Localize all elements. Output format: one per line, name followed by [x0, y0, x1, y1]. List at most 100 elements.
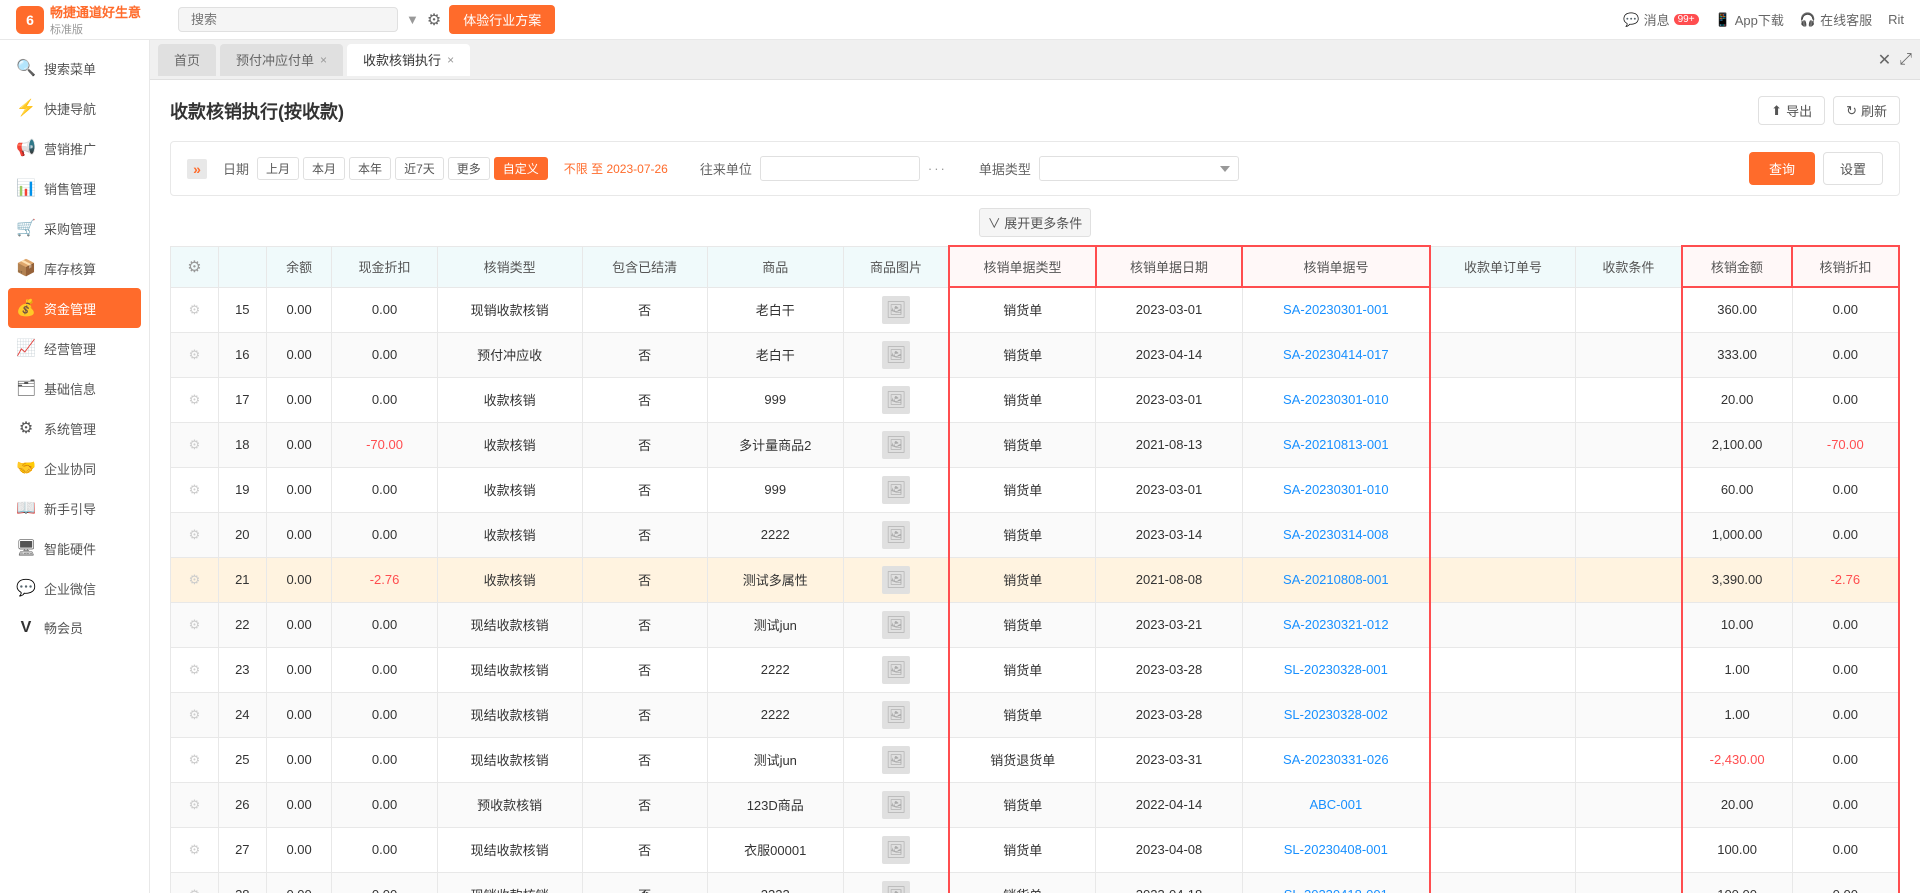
verify-bill-no-link[interactable]: SL-20230328-001 — [1284, 662, 1388, 677]
cell-verify-bill-no[interactable]: SA-20210813-001 — [1242, 422, 1430, 467]
cell-verify-bill-no[interactable]: SA-20230301-010 — [1242, 467, 1430, 512]
cell-settings[interactable]: ⚙ — [171, 602, 219, 647]
sidebar-item-sales[interactable]: 📊 销售管理 — [0, 168, 149, 208]
sidebar-item-system[interactable]: ⚙ 系统管理 — [0, 408, 149, 448]
verify-bill-no-link[interactable]: SL-20230328-002 — [1284, 707, 1388, 722]
cell-verify-bill-no[interactable]: SL-20230408-001 — [1242, 827, 1430, 872]
row-settings-icon[interactable]: ⚙ — [189, 842, 201, 857]
cell-verify-bill-no[interactable]: ABC-001 — [1242, 782, 1430, 827]
col-settings[interactable]: ⚙ — [171, 246, 219, 287]
cell-verify-bill-no[interactable]: SL-20230328-001 — [1242, 647, 1430, 692]
filter-date-last-month[interactable]: 上月 — [257, 157, 299, 180]
search-dropdown-icon[interactable]: ▼ — [406, 12, 419, 27]
row-settings-icon[interactable]: ⚙ — [189, 797, 201, 812]
filter-unit-input[interactable] — [760, 156, 920, 181]
tab-home[interactable]: 首页 — [158, 44, 216, 76]
row-settings-icon[interactable]: ⚙ — [189, 887, 201, 893]
settings-icon[interactable]: ⚙ — [427, 10, 441, 30]
tab-receipt[interactable]: 收款核销执行 × — [347, 44, 470, 76]
filter-type-select[interactable] — [1039, 156, 1239, 181]
sidebar-item-quick-nav[interactable]: ⚡ 快捷导航 — [0, 88, 149, 128]
verify-bill-no-link[interactable]: SA-20210813-001 — [1283, 437, 1389, 452]
search-input[interactable] — [178, 7, 398, 32]
cell-settings[interactable]: ⚙ — [171, 737, 219, 782]
cell-settings[interactable]: ⚙ — [171, 692, 219, 737]
cell-settings[interactable]: ⚙ — [171, 872, 219, 893]
verify-bill-no-link[interactable]: SA-20210808-001 — [1283, 572, 1389, 587]
cell-settings[interactable]: ⚙ — [171, 377, 219, 422]
sidebar-item-marketing[interactable]: 📢 营销推广 — [0, 128, 149, 168]
cell-settings[interactable]: ⚙ — [171, 422, 219, 467]
filter-setting-button[interactable]: 设置 — [1823, 152, 1883, 185]
verify-bill-no-link[interactable]: SL-20230418-001 — [1284, 887, 1388, 893]
row-settings-icon[interactable]: ⚙ — [189, 572, 201, 587]
tab-prepaid[interactable]: 预付冲应付单 × — [220, 44, 343, 76]
cell-verify-bill-no[interactable]: SA-20230301-010 — [1242, 377, 1430, 422]
sidebar-item-enterprise-collab[interactable]: 🤝 企业协同 — [0, 448, 149, 488]
industry-solution-button[interactable]: 体验行业方案 — [449, 5, 555, 34]
notification-area[interactable]: 💬 消息 99+ — [1623, 10, 1698, 29]
cell-verify-bill-no[interactable]: SA-20210808-001 — [1242, 557, 1430, 602]
verify-bill-no-link[interactable]: SA-20230301-010 — [1283, 392, 1389, 407]
user-name[interactable]: Rit — [1888, 12, 1904, 27]
sidebar-item-beginner[interactable]: 📖 新手引导 — [0, 488, 149, 528]
app-download-link[interactable]: 📱 App下载 — [1715, 10, 1784, 29]
cell-verify-bill-no[interactable]: SL-20230328-002 — [1242, 692, 1430, 737]
filter-date-this-year[interactable]: 本年 — [349, 157, 391, 180]
verify-bill-no-link[interactable]: SL-20230408-001 — [1284, 842, 1388, 857]
cell-verify-bill-no[interactable]: SA-20230301-001 — [1242, 287, 1430, 332]
row-settings-icon[interactable]: ⚙ — [189, 482, 201, 497]
sidebar-item-search[interactable]: 🔍 搜索菜单 — [0, 48, 149, 88]
tab-prepaid-close[interactable]: × — [320, 53, 327, 67]
row-settings-icon[interactable]: ⚙ — [189, 752, 201, 767]
cell-verify-bill-no[interactable]: SA-20230331-026 — [1242, 737, 1430, 782]
cell-settings[interactable]: ⚙ — [171, 467, 219, 512]
row-settings-icon[interactable]: ⚙ — [189, 302, 201, 317]
row-settings-icon[interactable]: ⚙ — [189, 662, 201, 677]
row-settings-icon[interactable]: ⚙ — [189, 707, 201, 722]
filter-date-7days[interactable]: 近7天 — [395, 157, 444, 180]
row-settings-icon[interactable]: ⚙ — [189, 617, 201, 632]
cell-verify-bill-no[interactable]: SA-20230314-008 — [1242, 512, 1430, 557]
sidebar-item-purchase[interactable]: 🛒 采购管理 — [0, 208, 149, 248]
sidebar-item-finance[interactable]: 💰 资金管理 — [8, 288, 141, 328]
cell-settings[interactable]: ⚙ — [171, 287, 219, 332]
verify-bill-no-link[interactable]: SA-20230331-026 — [1283, 752, 1389, 767]
sidebar-item-basic-info[interactable]: 🗂 基础信息 — [0, 368, 149, 408]
verify-bill-no-link[interactable]: ABC-001 — [1309, 797, 1362, 812]
sidebar-item-wechat[interactable]: 💬 企业微信 — [0, 568, 149, 608]
tab-maximize-button[interactable]: ⤢ — [1899, 50, 1912, 70]
row-settings-icon[interactable]: ⚙ — [189, 392, 201, 407]
cell-verify-bill-no[interactable]: SA-20230321-012 — [1242, 602, 1430, 647]
filter-expand-button[interactable]: » — [187, 159, 207, 179]
cell-verify-bill-no[interactable]: SL-20230418-001 — [1242, 872, 1430, 893]
cell-settings[interactable]: ⚙ — [171, 557, 219, 602]
expand-more-button[interactable]: ∨ 展开更多条件 — [979, 208, 1092, 237]
refresh-button[interactable]: ↻ 刷新 — [1833, 96, 1900, 125]
cell-verify-bill-no[interactable]: SA-20230414-017 — [1242, 332, 1430, 377]
filter-date-custom[interactable]: 自定义 — [494, 157, 548, 180]
filter-date-more[interactable]: 更多 — [448, 157, 490, 180]
cell-settings[interactable]: ⚙ — [171, 827, 219, 872]
verify-bill-no-link[interactable]: SA-20230321-012 — [1283, 617, 1389, 632]
row-settings-icon[interactable]: ⚙ — [189, 437, 201, 452]
row-settings-icon[interactable]: ⚙ — [189, 527, 201, 542]
filter-date-this-month[interactable]: 本月 — [303, 157, 345, 180]
cell-settings[interactable]: ⚙ — [171, 332, 219, 377]
sidebar-item-management[interactable]: 📈 经营管理 — [0, 328, 149, 368]
cell-settings[interactable]: ⚙ — [171, 647, 219, 692]
verify-bill-no-link[interactable]: SA-20230414-017 — [1283, 347, 1389, 362]
query-button[interactable]: 查询 — [1749, 152, 1815, 185]
verify-bill-no-link[interactable]: SA-20230301-010 — [1283, 482, 1389, 497]
verify-bill-no-link[interactable]: SA-20230314-008 — [1283, 527, 1389, 542]
export-button[interactable]: ⬆ 导出 — [1758, 96, 1825, 125]
cell-settings[interactable]: ⚙ — [171, 782, 219, 827]
sidebar-item-hardware[interactable]: 🖥 智能硬件 — [0, 528, 149, 568]
cell-settings[interactable]: ⚙ — [171, 512, 219, 557]
tab-receipt-close[interactable]: × — [447, 53, 454, 67]
row-settings-icon[interactable]: ⚙ — [189, 347, 201, 362]
online-service-link[interactable]: 🎧 在线客服 — [1800, 10, 1872, 29]
tab-close-all-button[interactable]: ✕ — [1878, 50, 1891, 70]
sidebar-item-member[interactable]: V 畅会员 — [0, 608, 149, 647]
verify-bill-no-link[interactable]: SA-20230301-001 — [1283, 302, 1389, 317]
